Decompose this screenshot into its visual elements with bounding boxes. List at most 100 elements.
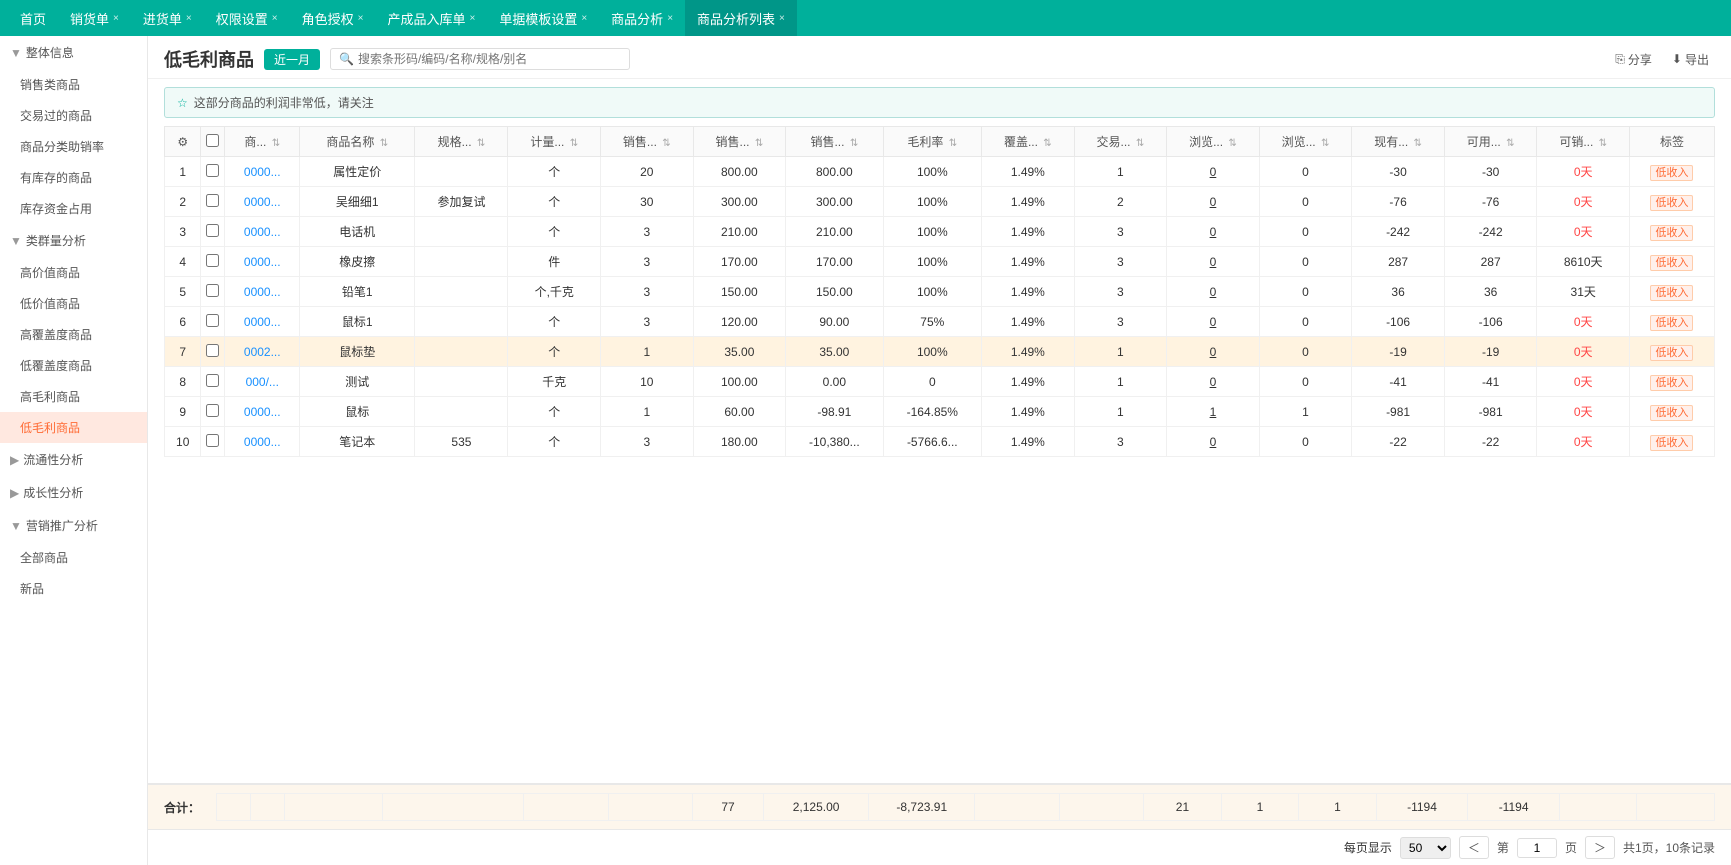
nav-product-inbound[interactable]: 产成品入库单 ×: [375, 0, 487, 36]
row-view1[interactable]: 0: [1167, 277, 1260, 307]
row-view1[interactable]: 0: [1167, 427, 1260, 457]
nav-product-analysis-list[interactable]: 商品分析列表 ×: [685, 0, 797, 36]
row-checkbox-cell[interactable]: [201, 427, 225, 457]
sidebar-section-overview[interactable]: ▼ 整体信息: [0, 36, 147, 69]
close-icon[interactable]: ×: [358, 13, 364, 24]
close-icon[interactable]: ×: [469, 13, 475, 24]
sidebar-item-sales-goods[interactable]: 销售类商品: [0, 69, 147, 100]
prev-page-button[interactable]: ＜: [1459, 836, 1489, 859]
sort-icon[interactable]: ⇅: [272, 138, 280, 149]
sort-icon[interactable]: ⇅: [850, 138, 858, 149]
sidebar-item-category-sales-rate[interactable]: 商品分类助销率: [0, 131, 147, 162]
sort-icon[interactable]: ⇅: [1136, 138, 1144, 149]
sort-icon[interactable]: ⇅: [477, 138, 485, 149]
row-checkbox-cell[interactable]: [201, 337, 225, 367]
sort-icon[interactable]: ⇅: [1043, 138, 1051, 149]
select-all-checkbox[interactable]: [206, 134, 219, 147]
sidebar-section-liquidity[interactable]: ▶ 流通性分析: [0, 443, 147, 476]
row-view2: 1: [1259, 397, 1352, 427]
sidebar-item-high-coverage[interactable]: 高覆盖度商品: [0, 319, 147, 350]
row-checkbox[interactable]: [206, 344, 219, 357]
sidebar-item-new-goods[interactable]: 新品: [0, 573, 147, 604]
row-checkbox-cell[interactable]: [201, 397, 225, 427]
sidebar-item-in-stock-goods[interactable]: 有库存的商品: [0, 162, 147, 193]
row-checkbox[interactable]: [206, 404, 219, 417]
close-icon[interactable]: ×: [113, 13, 119, 24]
search-input[interactable]: [358, 52, 558, 66]
row-checkbox-cell[interactable]: [201, 277, 225, 307]
row-saleable: 0天: [1537, 187, 1630, 217]
sort-icon[interactable]: ⇅: [755, 138, 763, 149]
share-button[interactable]: ⎘ 分享: [1609, 49, 1658, 70]
nav-permission-settings[interactable]: 权限设置 ×: [204, 0, 290, 36]
sort-icon[interactable]: ⇅: [1599, 138, 1607, 149]
sidebar-item-all-goods[interactable]: 全部商品: [0, 542, 147, 573]
page-header: 低毛利商品 近一月 🔍 ⎘ 分享 ⬇ 导出: [148, 36, 1731, 79]
page-number-input[interactable]: [1517, 838, 1557, 858]
row-view1[interactable]: 0: [1167, 157, 1260, 187]
export-button[interactable]: ⬇ 导出: [1666, 49, 1715, 70]
row-checkbox-cell[interactable]: [201, 187, 225, 217]
sidebar-item-low-coverage[interactable]: 低覆盖度商品: [0, 350, 147, 381]
row-tag: 低收入: [1629, 397, 1714, 427]
row-view1[interactable]: 0: [1167, 307, 1260, 337]
row-view1[interactable]: 0: [1167, 187, 1260, 217]
col-checkbox[interactable]: [201, 127, 225, 157]
close-icon[interactable]: ×: [272, 13, 278, 24]
row-unit: 个: [508, 157, 601, 187]
row-checkbox-cell[interactable]: [201, 217, 225, 247]
row-checkbox[interactable]: [206, 434, 219, 447]
nav-home[interactable]: 首页: [8, 0, 58, 36]
next-page-button[interactable]: ＞: [1585, 836, 1615, 859]
nav-product-analysis[interactable]: 商品分析 ×: [599, 0, 685, 36]
sort-icon[interactable]: ⇅: [1321, 138, 1329, 149]
nav-role-auth[interactable]: 角色授权 ×: [290, 0, 376, 36]
row-view1[interactable]: 0: [1167, 247, 1260, 277]
close-icon[interactable]: ×: [186, 13, 192, 24]
close-icon[interactable]: ×: [779, 13, 785, 24]
sort-icon[interactable]: ⇅: [1506, 138, 1514, 149]
sidebar-item-low-margin[interactable]: 低毛利商品: [0, 412, 147, 443]
row-checkbox-cell[interactable]: [201, 157, 225, 187]
sidebar-item-traded-goods[interactable]: 交易过的商品: [0, 100, 147, 131]
close-icon[interactable]: ×: [581, 13, 587, 24]
row-checkbox-cell[interactable]: [201, 247, 225, 277]
row-checkbox-cell[interactable]: [201, 367, 225, 397]
row-checkbox[interactable]: [206, 314, 219, 327]
nav-template-settings[interactable]: 单据模板设置 ×: [487, 0, 599, 36]
sidebar-section-marketing[interactable]: ▼ 营销推广分析: [0, 509, 147, 542]
period-button[interactable]: 近一月: [264, 49, 320, 70]
row-view1[interactable]: 0: [1167, 337, 1260, 367]
row-checkbox[interactable]: [206, 374, 219, 387]
sort-icon[interactable]: ⇅: [1228, 138, 1236, 149]
sidebar-section-growth[interactable]: ▶ 成长性分析: [0, 476, 147, 509]
sidebar-item-stock-capital[interactable]: 库存资金占用: [0, 193, 147, 224]
row-checkbox[interactable]: [206, 224, 219, 237]
sort-icon[interactable]: ⇅: [662, 138, 670, 149]
sort-icon[interactable]: ⇅: [380, 138, 388, 149]
row-coverage: 1.49%: [982, 367, 1075, 397]
row-checkbox[interactable]: [206, 164, 219, 177]
row-checkbox[interactable]: [206, 194, 219, 207]
row-view1[interactable]: 0: [1167, 217, 1260, 247]
row-no: 4: [165, 247, 201, 277]
row-checkbox[interactable]: [206, 254, 219, 267]
col-settings[interactable]: ⚙: [165, 127, 201, 157]
sort-icon[interactable]: ⇅: [949, 138, 957, 149]
nav-sales-order[interactable]: 销货单 ×: [58, 0, 131, 36]
footer-view1: 1: [1221, 794, 1299, 821]
search-box[interactable]: 🔍: [330, 48, 630, 70]
sort-icon[interactable]: ⇅: [570, 138, 578, 149]
sort-icon[interactable]: ⇅: [1414, 138, 1422, 149]
close-icon[interactable]: ×: [667, 13, 673, 24]
row-view1[interactable]: 0: [1167, 367, 1260, 397]
sidebar-section-cluster-analysis[interactable]: ▼ 类群量分析: [0, 224, 147, 257]
sidebar-item-high-margin[interactable]: 高毛利商品: [0, 381, 147, 412]
row-checkbox[interactable]: [206, 284, 219, 297]
row-checkbox-cell[interactable]: [201, 307, 225, 337]
sidebar-item-low-value[interactable]: 低价值商品: [0, 288, 147, 319]
per-page-select[interactable]: 50 20 100: [1400, 837, 1451, 859]
row-view1[interactable]: 1: [1167, 397, 1260, 427]
sidebar-item-high-value[interactable]: 高价值商品: [0, 257, 147, 288]
nav-purchase-order[interactable]: 进货单 ×: [131, 0, 204, 36]
